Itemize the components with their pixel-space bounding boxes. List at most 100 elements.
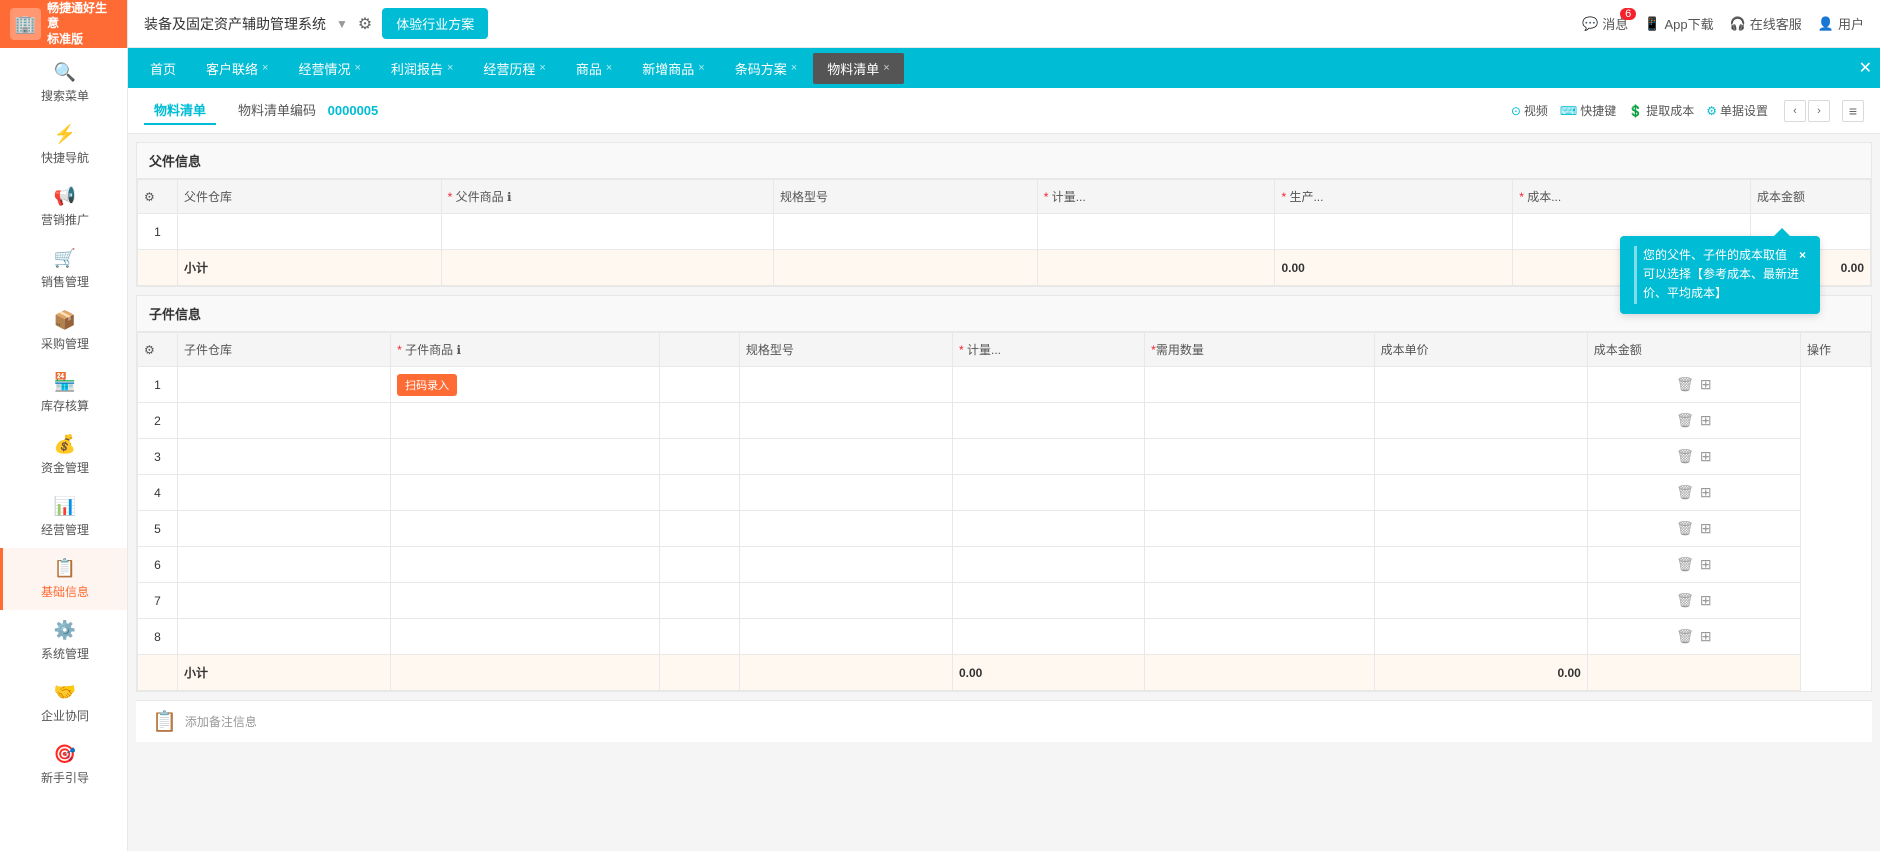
tab-bom[interactable]: 物料清单 × [813,53,903,84]
child-goods-6[interactable] [391,547,660,583]
child-unit-cost-7[interactable] [1145,583,1374,619]
shortcut-action[interactable]: ⌨ 快捷键 [1560,102,1616,119]
tab-new-goods[interactable]: 新增商品 × [628,53,718,84]
child-unit-1[interactable] [739,367,952,403]
delete-icon-3[interactable]: 🗑 [1676,448,1694,465]
child-warehouse-7[interactable] [178,583,391,619]
sidebar-item-operations[interactable]: 📊 经营管理 [0,486,127,548]
child-spec-3[interactable] [659,439,739,475]
online-service-item[interactable]: 🎧 在线客服 [1730,14,1802,33]
child-warehouse-8[interactable] [178,619,391,655]
child-unit-2[interactable] [739,403,952,439]
copy-icon-6[interactable]: ⊞ [1700,556,1712,573]
copy-icon-4[interactable]: ⊞ [1700,484,1712,501]
sidebar-item-inventory[interactable]: 🏪 库存核算 [0,362,127,424]
child-spec-6[interactable] [659,547,739,583]
child-amount-8[interactable] [1374,619,1587,655]
tab-barcode-close[interactable]: × [791,62,797,74]
child-goods-4[interactable] [391,475,660,511]
child-goods-1[interactable]: 扫码录入 [391,367,660,403]
child-qty-3[interactable] [952,439,1144,475]
delete-icon-6[interactable]: 🗑 [1676,556,1694,573]
copy-icon-2[interactable]: ⊞ [1700,412,1712,429]
next-arrow[interactable]: › [1808,100,1830,122]
child-unit-cost-4[interactable] [1145,475,1374,511]
sidebar-item-search[interactable]: 🔍 搜索菜单 [0,52,127,114]
child-amount-7[interactable] [1374,583,1587,619]
delete-icon-8[interactable]: 🗑 [1676,628,1694,645]
child-amount-2[interactable] [1374,403,1587,439]
note-text[interactable]: 添加备注信息 [185,713,257,730]
delete-icon-5[interactable]: 🗑 [1676,520,1694,537]
child-amount-3[interactable] [1374,439,1587,475]
child-goods-5[interactable] [391,511,660,547]
child-qty-7[interactable] [952,583,1144,619]
child-qty-2[interactable] [952,403,1144,439]
sidebar-item-quick-nav[interactable]: ⚡ 快捷导航 [0,114,127,176]
child-qty-8[interactable] [952,619,1144,655]
child-spec-8[interactable] [659,619,739,655]
child-qty-4[interactable] [952,475,1144,511]
delete-icon-2[interactable]: 🗑 [1676,412,1694,429]
child-qty-1[interactable] [952,367,1144,403]
settings-icon[interactable]: ⚙ [358,14,372,34]
parent-spec-1[interactable] [774,214,1038,250]
child-warehouse-2[interactable] [178,403,391,439]
sidebar-item-sales[interactable]: 🛒 销售管理 [0,238,127,300]
child-amount-1[interactable] [1374,367,1587,403]
tab-history-close[interactable]: × [539,62,545,74]
tab-history[interactable]: 经营历程 × [469,53,559,84]
parent-warehouse-1[interactable] [178,214,442,250]
child-unit-7[interactable] [739,583,952,619]
delete-icon-7[interactable]: 🗑 [1676,592,1694,609]
child-unit-8[interactable] [739,619,952,655]
tab-profit-close[interactable]: × [447,62,453,74]
child-unit-cost-8[interactable] [1145,619,1374,655]
sub-tab-bom-list[interactable]: 物料清单 [144,96,216,125]
copy-icon-3[interactable]: ⊞ [1700,448,1712,465]
tab-barcode[interactable]: 条码方案 × [721,53,811,84]
cost-action[interactable]: 💲 提取成本 [1628,102,1694,119]
sidebar-item-guide[interactable]: 🎯 新手引导 [0,734,127,796]
child-spec-4[interactable] [659,475,739,511]
system-dropdown-arrow[interactable]: ▼ [336,17,348,31]
delete-icon-1[interactable]: 🗑 [1676,376,1694,393]
child-qty-6[interactable] [952,547,1144,583]
child-unit-5[interactable] [739,511,952,547]
child-goods-2[interactable] [391,403,660,439]
sidebar-item-purchase[interactable]: 📦 采购管理 [0,300,127,362]
settings-action[interactable]: ⚙ 单据设置 [1706,102,1768,119]
child-warehouse-3[interactable] [178,439,391,475]
child-unit-cost-5[interactable] [1145,511,1374,547]
sidebar-item-finance[interactable]: 💰 资金管理 [0,424,127,486]
tab-operations-close[interactable]: × [354,62,360,74]
child-spec-7[interactable] [659,583,739,619]
trial-button[interactable]: 体验行业方案 [382,8,488,39]
sidebar-item-system[interactable]: ⚙️ 系统管理 [0,610,127,672]
child-unit-cost-2[interactable] [1145,403,1374,439]
tooltip-close-btn[interactable]: × [1799,246,1806,265]
tab-home[interactable]: 首页 [136,53,190,84]
sidebar-item-basic-info[interactable]: 📋 基础信息 [0,548,127,610]
tab-profit[interactable]: 利润报告 × [377,53,467,84]
parent-goods-1[interactable] [441,214,773,250]
child-goods-8[interactable] [391,619,660,655]
tab-customer-close[interactable]: × [262,62,268,74]
child-unit-cost-1[interactable] [1145,367,1374,403]
child-goods-7[interactable] [391,583,660,619]
tab-bom-close[interactable]: × [883,62,889,74]
copy-icon-5[interactable]: ⊞ [1700,520,1712,537]
child-col-settings[interactable]: ⚙ [138,333,178,367]
list-view-button[interactable]: ≡ [1842,100,1864,122]
message-item[interactable]: 💬 消息 6 [1582,14,1628,33]
child-unit-cost-3[interactable] [1145,439,1374,475]
child-amount-6[interactable] [1374,547,1587,583]
child-unit-4[interactable] [739,475,952,511]
copy-icon-7[interactable]: ⊞ [1700,592,1712,609]
sidebar-item-enterprise[interactable]: 🤝 企业协同 [0,672,127,734]
child-amount-4[interactable] [1374,475,1587,511]
child-spec-5[interactable] [659,511,739,547]
child-amount-5[interactable] [1374,511,1587,547]
child-spec-1[interactable] [659,367,739,403]
prev-arrow[interactable]: ‹ [1784,100,1806,122]
